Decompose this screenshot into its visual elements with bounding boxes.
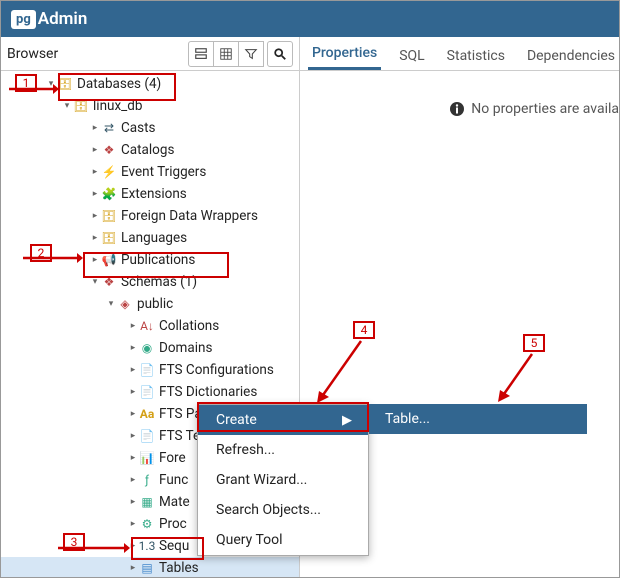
fts-config-icon: 📄 (139, 362, 155, 378)
servers-icon[interactable] (188, 41, 214, 67)
functions-icon: ƒ (139, 472, 155, 488)
tab-bar: Properties SQL Statistics Dependencies (300, 37, 619, 71)
languages-icon: 🗄 (101, 230, 117, 246)
annotation-number-2: 2 (30, 244, 52, 262)
context-menu[interactable]: Create▶ Refresh... Grant Wizard... Searc… (197, 404, 369, 556)
no-properties-message: No properties are availa (300, 101, 619, 117)
tab-properties[interactable]: Properties (308, 39, 381, 70)
publications-icon: 📢 (101, 252, 117, 268)
ctx-create[interactable]: Create▶ (198, 405, 368, 435)
chevron-right-icon: ▶ (342, 413, 352, 428)
tables-icon: ▤ (139, 560, 155, 576)
tree-node-fts-dicts[interactable]: ▸📄FTS Dictionaries (1, 381, 299, 403)
tree-node-catalogs[interactable]: ▸❖Catalogs (1, 139, 299, 161)
ctx-search-objects[interactable]: Search Objects... (198, 495, 368, 525)
annotation-number-3: 3 (63, 533, 85, 551)
tree-node-linux-db[interactable]: ▾🗄linux_db (1, 95, 299, 117)
create-submenu[interactable]: Table... (369, 404, 587, 434)
trigger-icon: ⚡ (101, 164, 117, 180)
collations-icon: A↓ (139, 318, 155, 334)
submenu-table[interactable]: Table... (369, 404, 587, 434)
annotation-number-4: 4 (353, 321, 375, 339)
domains-icon: ◉ (139, 340, 155, 356)
title-bar: pg Admin (1, 1, 619, 37)
annotation-number-1: 1 (15, 74, 37, 92)
foreign-tables-icon: 📊 (139, 450, 155, 466)
browser-toolbar (189, 41, 293, 67)
tree-node-tables[interactable]: ▸▤Tables (1, 557, 299, 577)
search-icon[interactable] (267, 41, 293, 67)
annotation-number-5: 5 (523, 334, 545, 352)
fts-parser-icon: Aa (139, 406, 155, 422)
fts-dict-icon: 📄 (139, 384, 155, 400)
tree-node-databases[interactable]: ▾🗄Databases (4) (1, 73, 299, 95)
grid-icon[interactable] (213, 41, 239, 67)
database-icon: 🗄 (73, 98, 89, 114)
filter-icon[interactable] (238, 41, 264, 67)
database-icon: 🗄 (57, 76, 73, 92)
ctx-refresh[interactable]: Refresh... (198, 435, 368, 465)
tree-node-fts-configs[interactable]: ▸📄FTS Configurations (1, 359, 299, 381)
tab-sql[interactable]: SQL (395, 42, 428, 70)
schemas-icon: ❖ (101, 274, 117, 290)
ctx-query-tool[interactable]: Query Tool (198, 525, 368, 555)
tab-dependencies[interactable]: Dependencies (523, 42, 619, 70)
tab-statistics[interactable]: Statistics (443, 42, 509, 70)
tree-node-public[interactable]: ▾◈public (1, 293, 299, 315)
tree-node-event-triggers[interactable]: ▸⚡Event Triggers (1, 161, 299, 183)
procedures-icon: ⚙ (139, 516, 155, 532)
fdw-icon: 🗄 (101, 208, 117, 224)
tree-node-collations[interactable]: ▸A↓Collations (1, 315, 299, 337)
fts-template-icon: 📄 (139, 428, 155, 444)
info-icon (449, 101, 465, 117)
matviews-icon: ▦ (139, 494, 155, 510)
logo-badge: pg (11, 10, 36, 29)
tree-node-domains[interactable]: ▸◉Domains (1, 337, 299, 359)
tree-node-extensions[interactable]: ▸🧩Extensions (1, 183, 299, 205)
sequences-icon: 1.3 (139, 538, 155, 554)
extensions-icon: 🧩 (101, 186, 117, 202)
tree-node-schemas[interactable]: ▾❖Schemas (1) (1, 271, 299, 293)
casts-icon: ⇄ (101, 120, 117, 136)
catalogs-icon: ❖ (101, 142, 117, 158)
schema-icon: ◈ (117, 296, 133, 312)
tree-node-casts[interactable]: ▸⇄Casts (1, 117, 299, 139)
browser-title: Browser (7, 46, 58, 62)
ctx-grant-wizard[interactable]: Grant Wizard... (198, 465, 368, 495)
app-name: Admin (38, 9, 88, 29)
tree-node-fdw[interactable]: ▸🗄Foreign Data Wrappers (1, 205, 299, 227)
